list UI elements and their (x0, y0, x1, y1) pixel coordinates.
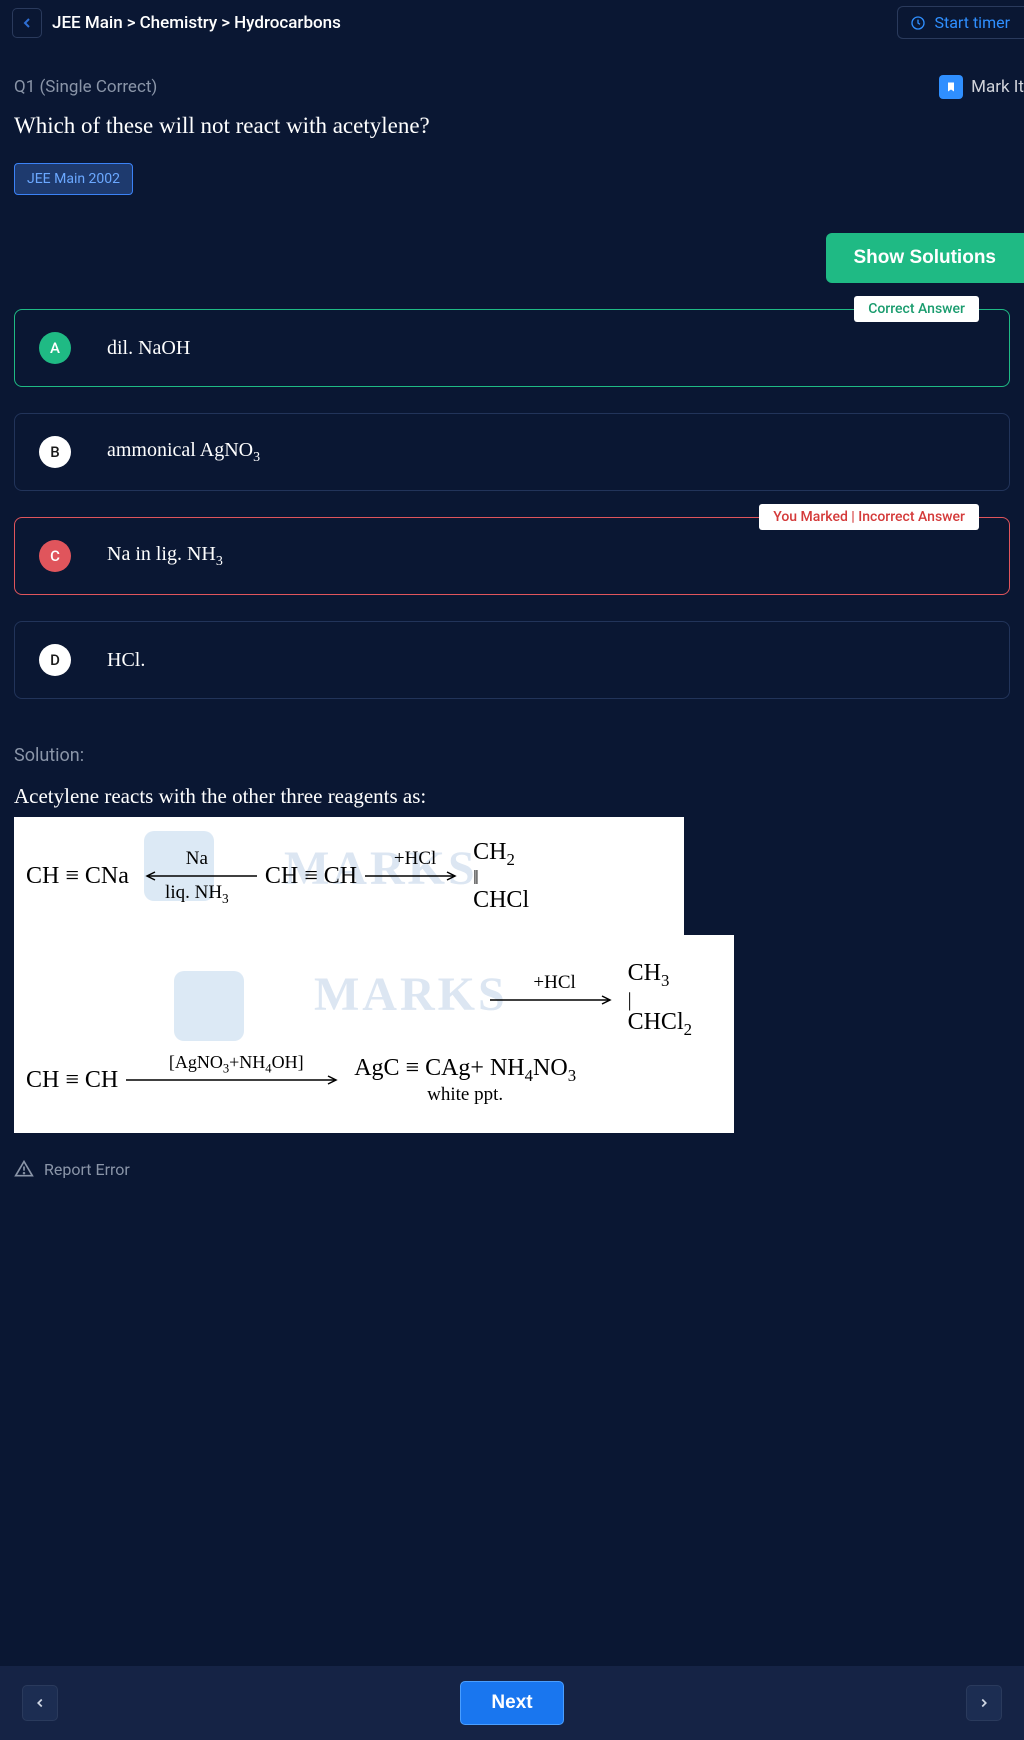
option-letter: C (39, 540, 71, 572)
bc2[interactable]: Chemistry (140, 13, 218, 33)
mark-it-button[interactable]: Mark It (939, 75, 1024, 99)
option-text: dil. NaOH (107, 337, 190, 360)
question-number: Q1 (Single Correct) (14, 77, 157, 97)
option-text: HCl. (107, 649, 145, 672)
exam-tag: JEE Main 2002 (14, 163, 133, 195)
back-button[interactable] (12, 8, 42, 38)
start-timer-button[interactable]: Start timer (897, 6, 1024, 39)
prev-button[interactable] (22, 1685, 58, 1721)
option-b[interactable]: B ammonical AgNO3 (14, 413, 1010, 491)
right-arrow-icon (126, 1074, 346, 1086)
bc1[interactable]: JEE Main (52, 13, 123, 33)
option-d[interactable]: D HCl. (14, 621, 1010, 699)
option-text: Na in lig. NH3 (107, 543, 223, 570)
left-arrow-icon (137, 870, 257, 882)
reaction-diagram-1: MARKS CH ≡ CNa Na liq. NH3 CH ≡ CH +HCl … (14, 817, 684, 937)
clock-icon (910, 15, 926, 31)
breadcrumb[interactable]: JEE Main>Chemistry>Hydrocarbons (52, 13, 341, 33)
option-a[interactable]: Correct Answer A dil. NaOH (14, 309, 1010, 387)
right-arrow-icon (365, 870, 465, 882)
chevron-left-icon (33, 1696, 47, 1710)
chevron-right-icon (977, 1696, 991, 1710)
question-meta: Q1 (Single Correct) Mark It (0, 47, 1024, 107)
next-button[interactable]: Next (460, 1681, 563, 1725)
show-solutions-wrap: Show Solutions (0, 195, 1024, 283)
bottom-nav: Next (0, 1666, 1024, 1740)
warning-icon (14, 1159, 34, 1179)
mark-it-label: Mark It (971, 77, 1024, 97)
solution-image-wrap: MARKS CH ≡ CNa Na liq. NH3 CH ≡ CH +HCl … (0, 809, 1024, 1133)
timer-label: Start timer (934, 13, 1010, 32)
next-sq-button[interactable] (966, 1685, 1002, 1721)
right-arrow-icon (490, 994, 620, 1006)
question-text: Which of these will not react with acety… (0, 107, 1024, 139)
option-text: ammonical AgNO3 (107, 439, 260, 466)
reaction-diagram-2: MARKS +HCl CH3 | CHCl2 CH ≡ CH [AgNO3+NH… (14, 935, 734, 1133)
solution-intro: Acetylene reacts with the other three re… (0, 766, 1024, 809)
options-list: Correct Answer A dil. NaOH B ammonical A… (0, 283, 1024, 699)
solution-label: Solution: (0, 699, 1024, 766)
top-bar: JEE Main>Chemistry>Hydrocarbons Start ti… (0, 0, 1024, 47)
report-label: Report Error (44, 1160, 130, 1179)
option-letter: D (39, 644, 71, 676)
bookmark-icon (939, 75, 963, 99)
show-solutions-button[interactable]: Show Solutions (826, 233, 1024, 283)
correct-badge: Correct Answer (854, 296, 979, 322)
incorrect-badge: You Marked | Incorrect Answer (759, 504, 979, 530)
chevron-left-icon (19, 15, 35, 31)
report-error-button[interactable]: Report Error (0, 1133, 1024, 1179)
bc3[interactable]: Hydrocarbons (234, 13, 341, 33)
option-letter: B (39, 436, 71, 468)
option-letter: A (39, 332, 71, 364)
option-c[interactable]: You Marked | Incorrect Answer C Na in li… (14, 517, 1010, 595)
breadcrumb-wrap: JEE Main>Chemistry>Hydrocarbons (12, 8, 341, 38)
